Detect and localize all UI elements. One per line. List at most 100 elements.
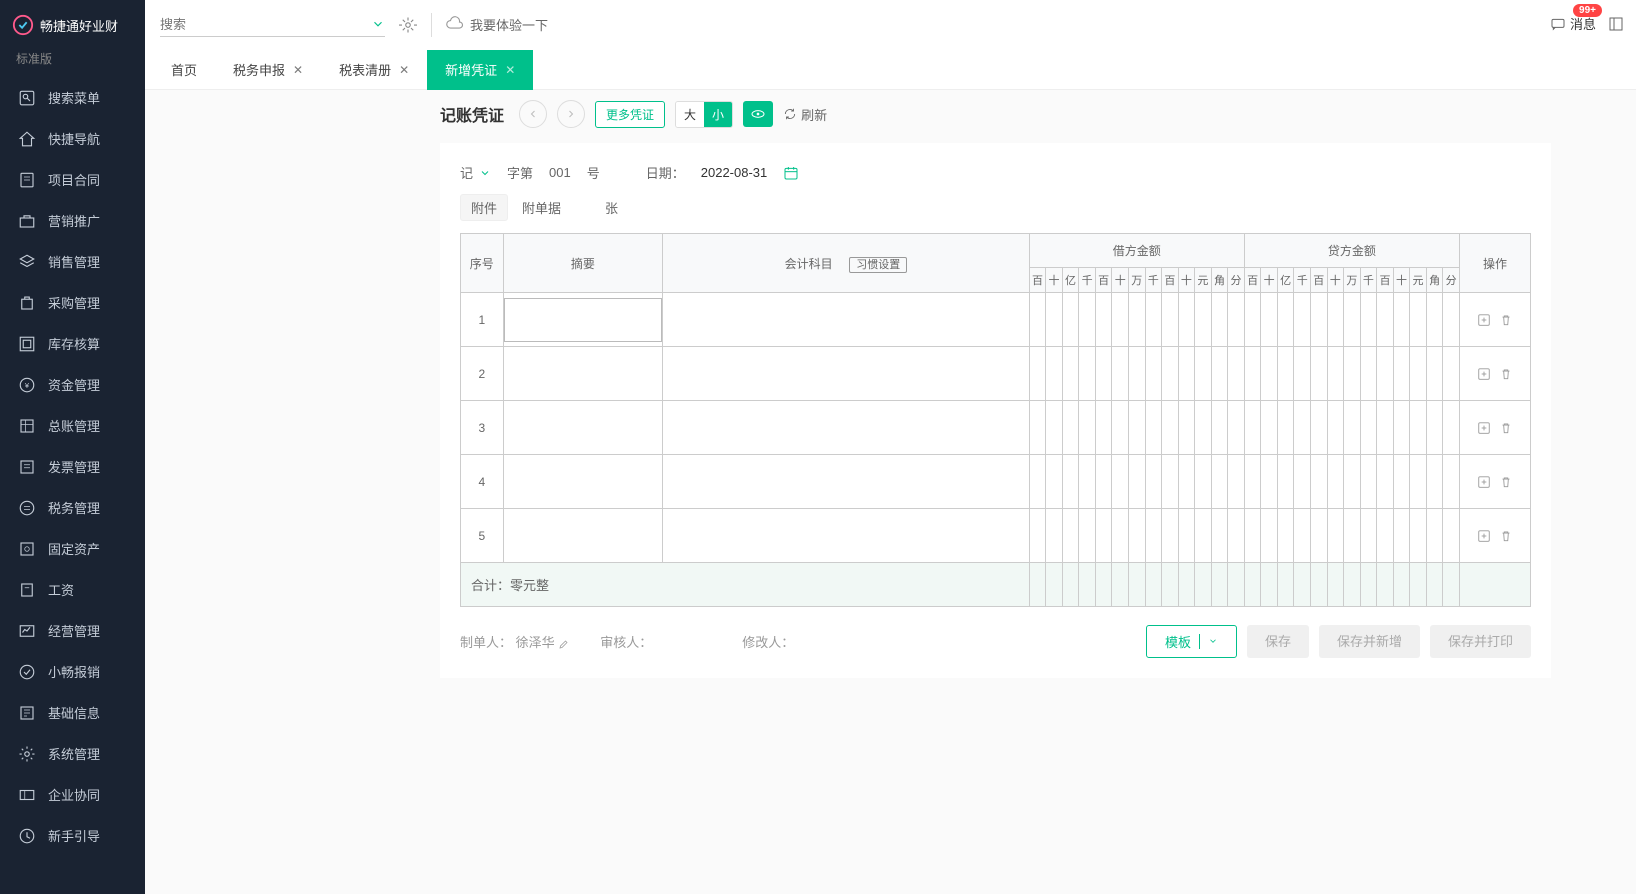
table-row: 3 <box>461 401 1531 455</box>
tab-3[interactable]: 新增凭证 ✕ <box>427 50 533 90</box>
size-large-button[interactable]: 大 <box>676 102 704 127</box>
add-row-icon[interactable] <box>1477 529 1491 543</box>
sidebar-item-9[interactable]: 发票管理 <box>0 446 145 487</box>
summary-cell[interactable] <box>503 401 663 455</box>
template-button[interactable]: 模板 <box>1146 625 1237 658</box>
voucher-number[interactable]: 001 <box>549 165 571 180</box>
total-row: 合计：零元整 <box>461 563 1531 607</box>
action-cell <box>1459 293 1530 347</box>
subject-cell[interactable] <box>663 455 1030 509</box>
sidebar-icon <box>18 786 36 804</box>
col-debit: 借方金额 <box>1029 234 1244 268</box>
size-small-button[interactable]: 小 <box>704 102 732 127</box>
delete-row-icon[interactable] <box>1499 367 1513 381</box>
sidebar-item-0[interactable]: 搜索菜单 <box>0 77 145 118</box>
sidebar-item-5[interactable]: 采购管理 <box>0 282 145 323</box>
sidebar-item-3[interactable]: 营销推广 <box>0 200 145 241</box>
sidebar-item-1[interactable]: 快捷导航 <box>0 118 145 159</box>
sidebar-item-16[interactable]: 系统管理 <box>0 733 145 774</box>
action-cell <box>1459 509 1530 563</box>
tab-label: 税表清册 <box>339 60 391 79</box>
summary-cell[interactable] <box>503 455 663 509</box>
chevron-down-icon[interactable] <box>371 17 385 31</box>
sidebar-icon <box>18 335 36 353</box>
close-icon[interactable]: ✕ <box>399 63 409 77</box>
sidebar-icon: ¥ <box>18 376 36 394</box>
summary-input[interactable] <box>504 298 663 342</box>
search-input[interactable] <box>160 17 340 32</box>
sidebar-item-17[interactable]: 企业协同 <box>0 774 145 815</box>
calendar-icon[interactable] <box>783 165 799 181</box>
save-print-button[interactable]: 保存并打印 <box>1430 625 1531 658</box>
sidebar-item-18[interactable]: 新手引导 <box>0 815 145 856</box>
sidebar-item-8[interactable]: 总账管理 <box>0 405 145 446</box>
sidebar-item-label: 工资 <box>48 580 74 599</box>
messages-badge: 99+ <box>1573 4 1602 17</box>
table-row: 1 <box>461 293 1531 347</box>
subject-cell[interactable] <box>663 293 1030 347</box>
summary-cell[interactable] <box>503 347 663 401</box>
refresh-button[interactable]: 刷新 <box>783 105 827 124</box>
sidebar-item-7[interactable]: ¥资金管理 <box>0 364 145 405</box>
voucher-table: 序号 摘要 会计科目 习惯设置 借方金额 贷方金额 操作 百十亿千百十万千 <box>460 233 1531 607</box>
summary-cell[interactable] <box>503 293 663 347</box>
gear-icon[interactable] <box>399 16 417 34</box>
chevron-right-icon <box>565 108 577 120</box>
voucher-date[interactable]: 2022-08-31 <box>701 165 768 180</box>
attachment-row: 附件 附单据 张 <box>460 194 1531 221</box>
sidebar-icon <box>18 622 36 640</box>
tab-label: 新增凭证 <box>445 60 497 79</box>
next-button[interactable] <box>557 100 585 128</box>
template-dropdown[interactable] <box>1199 634 1218 649</box>
edit-icon[interactable] <box>558 638 570 650</box>
subject-cell[interactable] <box>663 347 1030 401</box>
delete-row-icon[interactable] <box>1499 313 1513 327</box>
sidebar-item-10[interactable]: 税务管理 <box>0 487 145 528</box>
more-voucher-button[interactable]: 更多凭证 <box>595 101 665 128</box>
voucher-type[interactable]: 记 <box>460 163 491 182</box>
subject-cell[interactable] <box>663 509 1030 563</box>
voucher-toolbar: 记账凭证 更多凭证 大 小 刷新 <box>440 100 1621 128</box>
add-row-icon[interactable] <box>1477 475 1491 489</box>
sidebar-item-6[interactable]: 库存核算 <box>0 323 145 364</box>
panel-icon[interactable] <box>1608 16 1624 32</box>
add-row-icon[interactable] <box>1477 313 1491 327</box>
sidebar-item-13[interactable]: 经营管理 <box>0 610 145 651</box>
col-subject: 会计科目 习惯设置 <box>663 234 1030 293</box>
sidebar-item-14[interactable]: 小畅报销 <box>0 651 145 692</box>
close-icon[interactable]: ✕ <box>505 63 515 77</box>
save-button[interactable]: 保存 <box>1247 625 1309 658</box>
delete-row-icon[interactable] <box>1499 421 1513 435</box>
prev-button[interactable] <box>519 100 547 128</box>
sidebar-item-2[interactable]: 项目合同 <box>0 159 145 200</box>
save-new-button[interactable]: 保存并新增 <box>1319 625 1420 658</box>
sidebar-item-15[interactable]: 基础信息 <box>0 692 145 733</box>
sidebar-item-12[interactable]: 工资 <box>0 569 145 610</box>
preview-button[interactable] <box>743 101 773 127</box>
summary-cell[interactable] <box>503 509 663 563</box>
add-row-icon[interactable] <box>1477 367 1491 381</box>
row-index: 1 <box>461 293 504 347</box>
subject-cell[interactable] <box>663 401 1030 455</box>
sidebar: 畅捷通好业财 标准版 搜索菜单快捷导航项目合同营销推广销售管理采购管理库存核算¥… <box>0 0 145 894</box>
close-icon[interactable]: ✕ <box>293 63 303 77</box>
sidebar-item-11[interactable]: 固定资产 <box>0 528 145 569</box>
delete-row-icon[interactable] <box>1499 529 1513 543</box>
reviewer-info: 审核人： <box>600 632 652 651</box>
add-row-icon[interactable] <box>1477 421 1491 435</box>
tab-2[interactable]: 税表清册 ✕ <box>321 50 427 90</box>
tabs: 首页税务申报✕ 税表清册 ✕ 新增凭证 ✕ <box>145 50 1636 90</box>
sidebar-icon <box>18 663 36 681</box>
refresh-label: 刷新 <box>801 105 827 124</box>
search-box[interactable] <box>160 13 385 37</box>
delete-row-icon[interactable] <box>1499 475 1513 489</box>
experience-button[interactable]: 我要体验一下 <box>446 15 548 34</box>
col-credit: 贷方金额 <box>1244 234 1459 268</box>
sidebar-item-4[interactable]: 销售管理 <box>0 241 145 282</box>
attachment-button[interactable]: 附件 <box>460 194 508 221</box>
habit-settings-button[interactable]: 习惯设置 <box>849 257 907 273</box>
tab-1[interactable]: 税务申报✕ <box>215 50 321 90</box>
tab-0[interactable]: 首页 <box>153 50 215 90</box>
sidebar-item-label: 销售管理 <box>48 252 100 271</box>
messages-wrap: 消息 99+ <box>1550 14 1596 33</box>
